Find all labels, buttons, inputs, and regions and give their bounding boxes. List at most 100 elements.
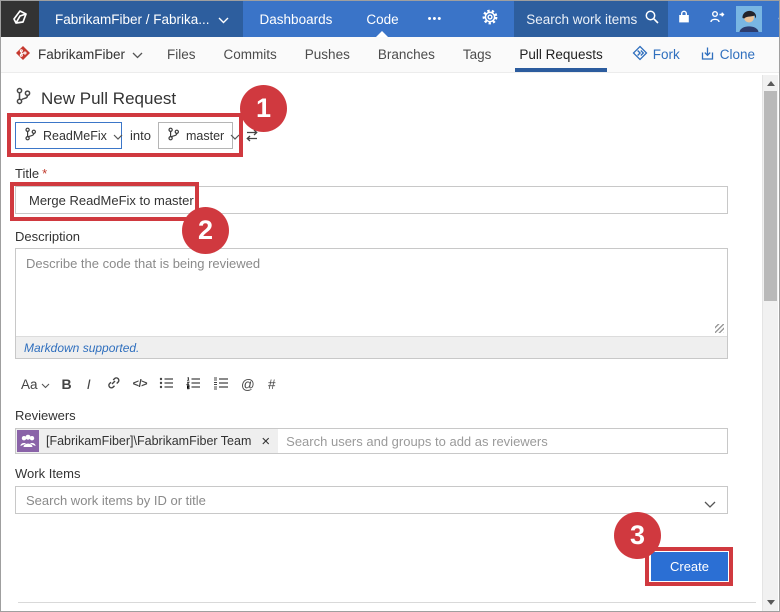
work-items-label: Work Items [15, 466, 81, 481]
hash-icon: # [268, 377, 276, 392]
settings-button[interactable] [474, 1, 506, 37]
description-footer: Markdown supported. [16, 336, 727, 358]
nav-overflow-button[interactable]: ••• [416, 13, 455, 25]
required-marker: * [42, 166, 47, 181]
bold-button[interactable]: B [56, 376, 78, 392]
nav-dashboards-label: Dashboards [260, 12, 333, 27]
marketplace-button[interactable] [668, 1, 700, 37]
title-label: Title* [15, 166, 47, 181]
description-textarea[interactable]: Describe the code that is being reviewed [16, 249, 727, 336]
formatting-toolbar: Aa B I </> @ # [15, 372, 283, 396]
source-branch-dropdown[interactable]: ReadMeFix [15, 122, 122, 149]
reviewer-chip[interactable]: [FabrikamFiber]\FabrikamFiber Team × [16, 429, 278, 453]
git-branch-icon [167, 127, 180, 144]
feedback-person-icon [708, 9, 725, 30]
at-icon: @ [241, 377, 255, 392]
tab-tags[interactable]: Tags [449, 37, 506, 73]
avatar[interactable] [736, 6, 762, 32]
target-branch-label: master [186, 129, 224, 143]
tab-pushes[interactable]: Pushes [291, 37, 364, 73]
callout-step-2: 2 [182, 207, 229, 254]
vsts-logo-icon [10, 7, 30, 32]
markdown-supported-link[interactable]: Markdown supported. [24, 341, 139, 355]
search-box[interactable] [514, 1, 668, 37]
ellipsis-icon: ••• [428, 13, 443, 25]
new-pull-request-page: FabrikamFiber / Fabrika... Dashboards Co… [0, 0, 780, 612]
repo-name-label: FabrikamFiber [38, 47, 125, 62]
scrollbar-thumb[interactable] [764, 91, 777, 301]
target-branch-dropdown[interactable]: master [158, 122, 233, 149]
code-button[interactable]: </> [127, 378, 153, 390]
tab-files[interactable]: Files [153, 37, 210, 73]
page-title: New Pull Request [15, 87, 176, 110]
repo-selector[interactable]: FabrikamFiber [1, 45, 153, 64]
project-selector-label: FabrikamFiber / Fabrika... [55, 12, 210, 27]
top-nav-bar: FabrikamFiber / Fabrika... Dashboards Co… [1, 1, 780, 37]
task-list-button[interactable] [207, 376, 235, 393]
tab-commits[interactable]: Commits [210, 37, 291, 73]
topbar-right-overflow-button[interactable]: ••• [766, 13, 780, 25]
bullet-list-button[interactable] [153, 376, 180, 393]
chevron-down-icon [218, 12, 229, 27]
nav-dashboards[interactable]: Dashboards [243, 1, 350, 37]
description-placeholder: Describe the code that is being reviewed [26, 256, 260, 271]
link-button[interactable] [100, 375, 127, 393]
search-input[interactable] [526, 12, 644, 27]
numbered-list-button[interactable] [180, 376, 207, 393]
reviewers-label: Reviewers [15, 408, 76, 423]
reviewers-search-input[interactable] [278, 434, 727, 449]
feedback-button[interactable] [700, 1, 732, 37]
scroll-up-arrow-icon[interactable] [767, 81, 775, 86]
gear-icon [481, 8, 499, 31]
create-button[interactable]: Create [651, 552, 728, 581]
reviewers-input-row: [FabrikamFiber]\FabrikamFiber Team × [15, 428, 728, 454]
nav-code[interactable]: Code [349, 1, 415, 37]
title-input[interactable] [15, 186, 728, 214]
tab-branches[interactable]: Branches [364, 37, 449, 73]
chevron-down-icon [113, 129, 123, 143]
code-icon: </> [133, 378, 147, 390]
vertical-scrollbar[interactable] [762, 75, 778, 611]
pull-request-icon [15, 87, 32, 110]
project-selector[interactable]: FabrikamFiber / Fabrika... [39, 1, 243, 37]
clone-label: Clone [720, 47, 755, 62]
swap-arrows-icon [244, 130, 260, 147]
description-container: Describe the code that is being reviewed… [15, 248, 728, 359]
page-title-text: New Pull Request [41, 89, 176, 109]
repo-icon [15, 45, 31, 64]
vsts-logo[interactable] [1, 1, 39, 37]
callout-step-3: 3 [614, 512, 661, 559]
work-item-link-button[interactable]: # [261, 377, 283, 392]
italic-button[interactable]: I [78, 376, 100, 392]
repo-actions: Fork Clone [632, 45, 780, 64]
nav-code-label: Code [366, 12, 398, 27]
resize-grip[interactable] [715, 324, 724, 333]
search-icon[interactable] [644, 9, 660, 30]
tab-pull-requests[interactable]: Pull Requests [505, 37, 616, 73]
bottom-divider [18, 602, 756, 603]
description-label: Description [15, 229, 80, 244]
scroll-down-arrow-icon[interactable] [767, 600, 775, 605]
repo-nav-bar: FabrikamFiber Files Commits Pushes Branc… [1, 37, 780, 73]
source-branch-label: ReadMeFix [43, 129, 107, 143]
fork-icon [632, 45, 648, 64]
mention-button[interactable]: @ [235, 377, 261, 392]
git-branch-icon [24, 127, 37, 144]
into-label: into [130, 128, 151, 143]
clone-icon [700, 46, 715, 64]
fork-button[interactable]: Fork [632, 45, 680, 64]
link-icon [106, 375, 121, 393]
remove-reviewer-icon[interactable]: × [259, 434, 278, 449]
chevron-down-icon [230, 129, 240, 143]
bullet-list-icon [159, 376, 174, 393]
active-tab-underline [515, 68, 606, 72]
numbered-list-icon [186, 376, 201, 393]
work-items-input-row [15, 486, 728, 514]
work-items-search-input[interactable] [15, 486, 728, 514]
callout-step-1: 1 [240, 85, 287, 132]
font-style-button[interactable]: Aa [15, 377, 56, 392]
reviewer-chip-label: [FabrikamFiber]\FabrikamFiber Team [39, 434, 259, 448]
task-list-icon [213, 376, 229, 393]
clone-button[interactable]: Clone [700, 46, 755, 64]
team-group-icon [17, 430, 39, 452]
